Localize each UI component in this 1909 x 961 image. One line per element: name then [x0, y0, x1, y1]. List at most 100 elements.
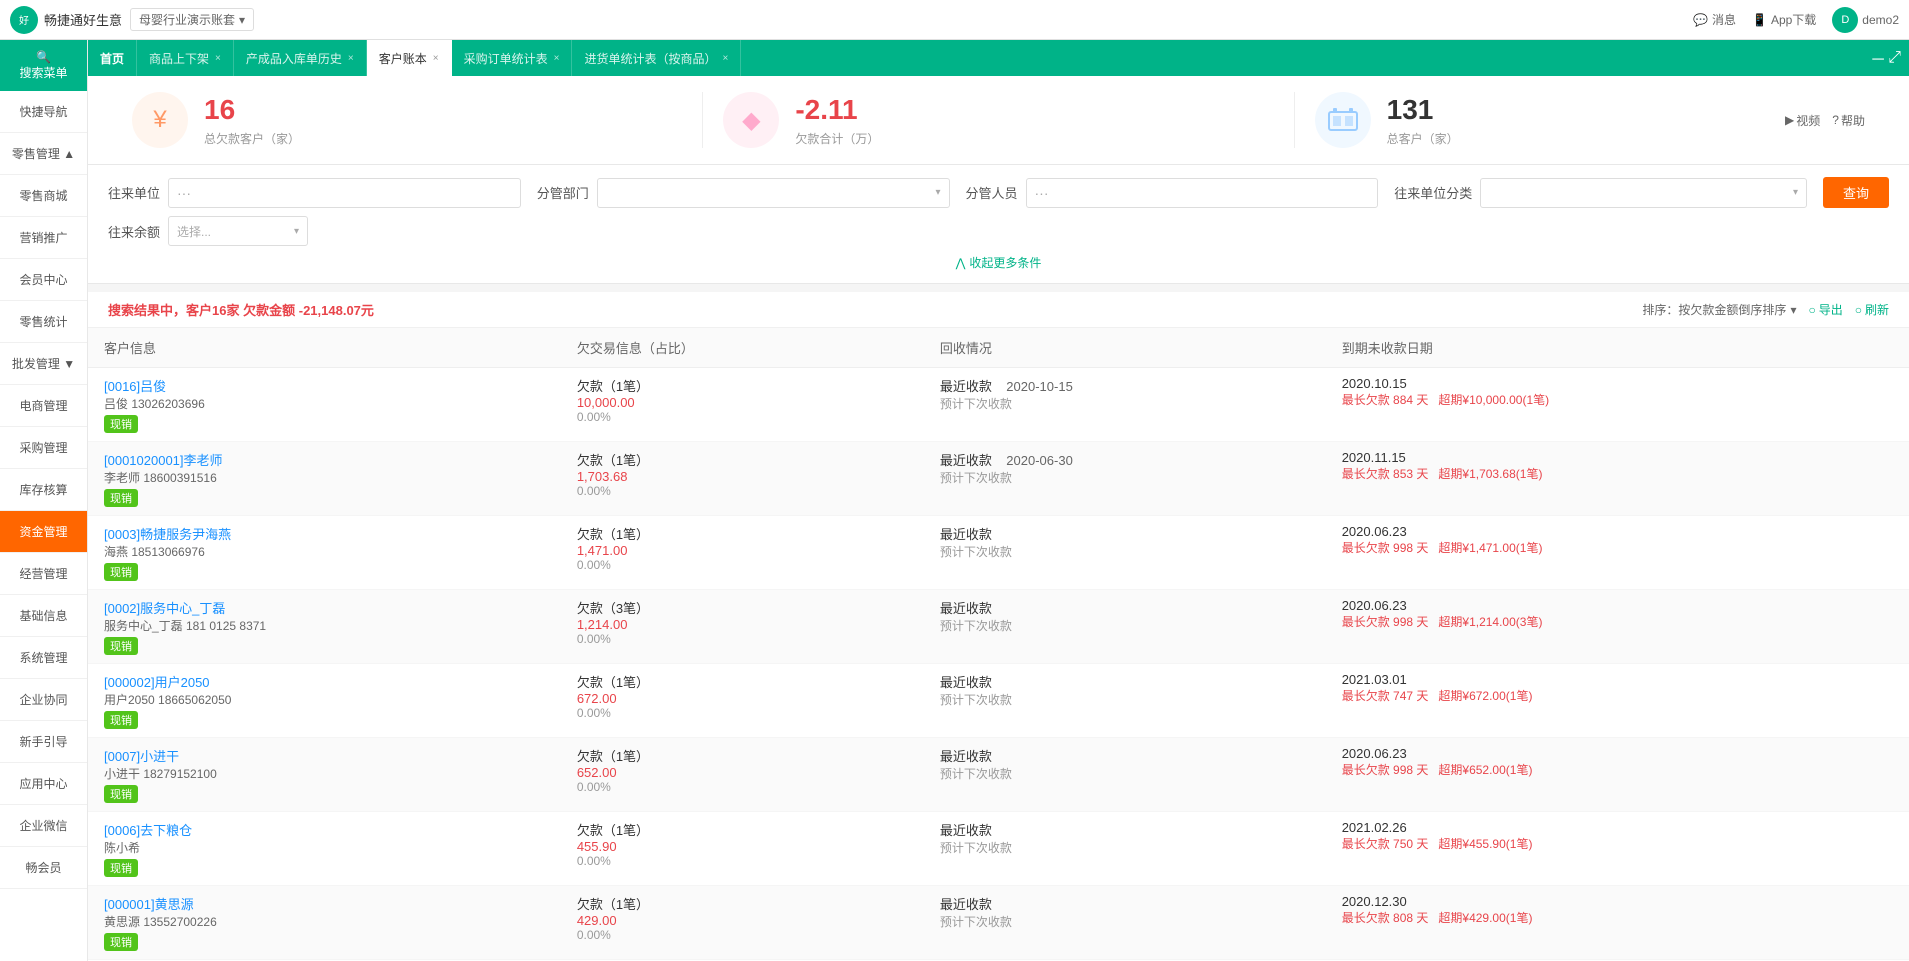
user-menu[interactable]: D demo2 [1832, 7, 1899, 33]
stat-info-debt-total: -2.11 欠款合计（万） [795, 94, 879, 147]
message-button[interactable]: 💬 消息 [1693, 11, 1736, 28]
next-collect-label: 预计下次收款 [940, 543, 1310, 560]
sidebar-item-guide[interactable]: 新手引导 [0, 721, 87, 763]
sidebar-item-marketing[interactable]: 营销推广 [0, 217, 87, 259]
store-select[interactable]: 母婴行业演示账套 ▾ [130, 8, 254, 31]
overdue-amount-link[interactable]: 超期¥1,471.00(1笔) [1438, 541, 1542, 555]
filter-group-balance: 往来余额 选择... ▾ [108, 216, 1889, 246]
customer-name-link[interactable]: [0006]去下粮仓 [104, 823, 192, 838]
last-collect-label: 最近收款 [940, 672, 1310, 691]
toolbar-right: 排序：按欠款金额倒序排序 ▾ ○ 导出 ○ 刷新 [1642, 301, 1889, 318]
refresh-button[interactable]: ○ 刷新 [1855, 301, 1889, 318]
sidebar-item-retail-mgmt[interactable]: 零售管理 ▲ [0, 133, 87, 175]
tab-account-close[interactable]: × [433, 53, 439, 64]
last-collect-label: 最近收款 2020-06-30 [940, 450, 1310, 469]
overdue-amount-link[interactable]: 超期¥10,000.00(1笔) [1438, 393, 1549, 407]
collapse-button[interactable]: ⋀ 收起更多条件 [108, 254, 1889, 271]
download-icon: 📱 [1752, 13, 1767, 27]
tab-purchase[interactable]: 采购订单统计表 × [452, 40, 573, 76]
debt-amount: 1,471.00 [577, 543, 908, 558]
sidebar-item-quick-nav[interactable]: 快捷导航 [0, 91, 87, 133]
dept-select[interactable]: ▾ [597, 178, 950, 208]
sidebar-item-basic-info[interactable]: 基础信息 [0, 595, 87, 637]
tab-incoming[interactable]: 进货单统计表（按商品） × [572, 40, 741, 76]
sidebar-item-finance[interactable]: 资金管理 [0, 511, 87, 553]
due-date-cell: 2020.06.23 最长欠款 998 天 超期¥1,471.00(1笔) [1326, 516, 1909, 590]
debt-info-cell: 欠款（1笔） 1,471.00 0.00% [561, 516, 924, 590]
logo-area: 好 畅捷通好生意 [10, 6, 122, 34]
tab-products-close[interactable]: × [215, 53, 221, 64]
sidebar-item-batch-mgmt[interactable]: 批发管理 ▼ [0, 343, 87, 385]
sidebar-label: 库存核算 [19, 483, 67, 497]
sidebar-item-inventory[interactable]: 库存核算 [0, 469, 87, 511]
recovery-cell: 最近收款 2020-10-15 预计下次收款 [924, 368, 1326, 442]
export-button[interactable]: ○ 导出 [1808, 301, 1842, 318]
view-video-button[interactable]: ▶ 视频 [1785, 112, 1820, 129]
top-bar: 好 畅捷通好生意 母婴行业演示账套 ▾ 💬 消息 📱 App下载 D demo2 [0, 0, 1909, 40]
overdue-amount-link[interactable]: 超期¥1,214.00(3笔) [1438, 615, 1542, 629]
customer-phone: 李老师 18600391516 [104, 469, 545, 486]
overdue-amount-link[interactable]: 超期¥672.00(1笔) [1438, 689, 1532, 703]
help-button[interactable]: ? 帮助 [1832, 112, 1865, 129]
overdue-days: 最长欠款 998 天 超期¥652.00(1笔) [1342, 761, 1893, 778]
sidebar-search-label: 搜索菜单 [19, 66, 67, 80]
sidebar-item-member[interactable]: 会员中心 [0, 259, 87, 301]
sort-select[interactable]: 排序：按欠款金额倒序排序 ▾ [1642, 301, 1796, 318]
sidebar-label: 采购管理 [19, 441, 67, 455]
filter-group-unit-type: 往来单位分类 ▾ [1394, 178, 1807, 208]
customer-name-link[interactable]: [0007]小进干 [104, 749, 179, 764]
tab-production-close[interactable]: × [348, 53, 354, 64]
sidebar-item-app-center[interactable]: 应用中心 [0, 763, 87, 805]
tab-production[interactable]: 产成品入库单历史 × [234, 40, 367, 76]
sidebar-search[interactable]: 🔍 搜索菜单 [0, 40, 87, 91]
overdue-amount-link[interactable]: 超期¥455.90(1笔) [1438, 837, 1532, 851]
help-icon: ? [1832, 113, 1839, 127]
due-date-cell: 2020.06.23 最长欠款 998 天 超期¥1,214.00(3笔) [1326, 590, 1909, 664]
customer-name-link[interactable]: [0001020001]李老师 [104, 453, 223, 468]
tab-minimize-icon[interactable]: － [1870, 46, 1886, 70]
overdue-amount-link[interactable]: 超期¥1,703.68(1笔) [1438, 467, 1542, 481]
debt-amount: 1,214.00 [577, 617, 908, 632]
unit-type-select[interactable]: ▾ [1480, 178, 1807, 208]
overdue-days: 最长欠款 884 天 超期¥10,000.00(1笔) [1342, 391, 1893, 408]
chevron-down-icon: ▾ [935, 187, 940, 198]
customer-name-link[interactable]: [0002]服务中心_丁磊 [104, 601, 225, 616]
sidebar-item-vip[interactable]: 畅会员 [0, 847, 87, 889]
customer-info-cell: [0002]服务中心_丁磊 服务中心_丁磊 181 0125 8371 现销 [88, 590, 561, 664]
customer-name-link[interactable]: [0016]吕俊 [104, 379, 166, 394]
sidebar-item-wechat[interactable]: 企业微信 [0, 805, 87, 847]
sidebar-label: 企业微信 [19, 819, 67, 833]
customer-name-link[interactable]: [000002]用户2050 [104, 675, 210, 690]
sidebar-item-purchase-mgmt[interactable]: 采购管理 [0, 427, 87, 469]
app-download-button[interactable]: 📱 App下载 [1752, 11, 1816, 28]
sidebar-item-system[interactable]: 系统管理 [0, 637, 87, 679]
overdue-amount-link[interactable]: 超期¥429.00(1笔) [1438, 911, 1532, 925]
sidebar-label: 零售商城 [19, 189, 67, 203]
tab-account[interactable]: 客户账本 × [367, 40, 452, 76]
customer-name-link[interactable]: [0003]畅捷服务尹海燕 [104, 527, 231, 542]
person-input[interactable]: ··· [1026, 178, 1379, 208]
sidebar-item-retail-stats[interactable]: 零售统计 [0, 301, 87, 343]
customer-name-link[interactable]: [000001]黄思源 [104, 897, 194, 912]
search-button[interactable]: 查询 [1823, 177, 1889, 208]
tab-maximize-icon[interactable]: ⤢ [1888, 49, 1901, 67]
overdue-amount-link[interactable]: 超期¥652.00(1笔) [1438, 763, 1532, 777]
tab-home[interactable]: 首页 [88, 40, 137, 76]
tab-purchase-close[interactable]: × [554, 53, 560, 64]
debt-info-cell: 欠款（1笔） 672.00 0.00% [561, 664, 924, 738]
tab-incoming-close[interactable]: × [722, 53, 728, 64]
tab-products[interactable]: 商品上下架 × [137, 40, 234, 76]
avatar: D [1832, 7, 1858, 33]
sidebar-item-ecommerce[interactable]: 电商管理 [0, 385, 87, 427]
sidebar-label: 资金管理 [19, 525, 67, 539]
next-collect-label: 预计下次收款 [940, 765, 1310, 782]
sidebar-item-retail-mall[interactable]: 零售商城 [0, 175, 87, 217]
debt-amount: 10,000.00 [577, 395, 908, 410]
sidebar-item-enterprise[interactable]: 企业协同 [0, 679, 87, 721]
sidebar-item-ops[interactable]: 经营管理 [0, 553, 87, 595]
next-collect-label: 预计下次收款 [940, 913, 1310, 930]
debt-count: 欠款（1笔） [577, 672, 908, 691]
from-unit-input[interactable]: ··· [168, 178, 521, 208]
table-row: [0006]去下粮仓 陈小希 现销 欠款（1笔） 455.90 0.00% 最近… [88, 812, 1909, 886]
balance-select[interactable]: 选择... ▾ [168, 216, 308, 246]
